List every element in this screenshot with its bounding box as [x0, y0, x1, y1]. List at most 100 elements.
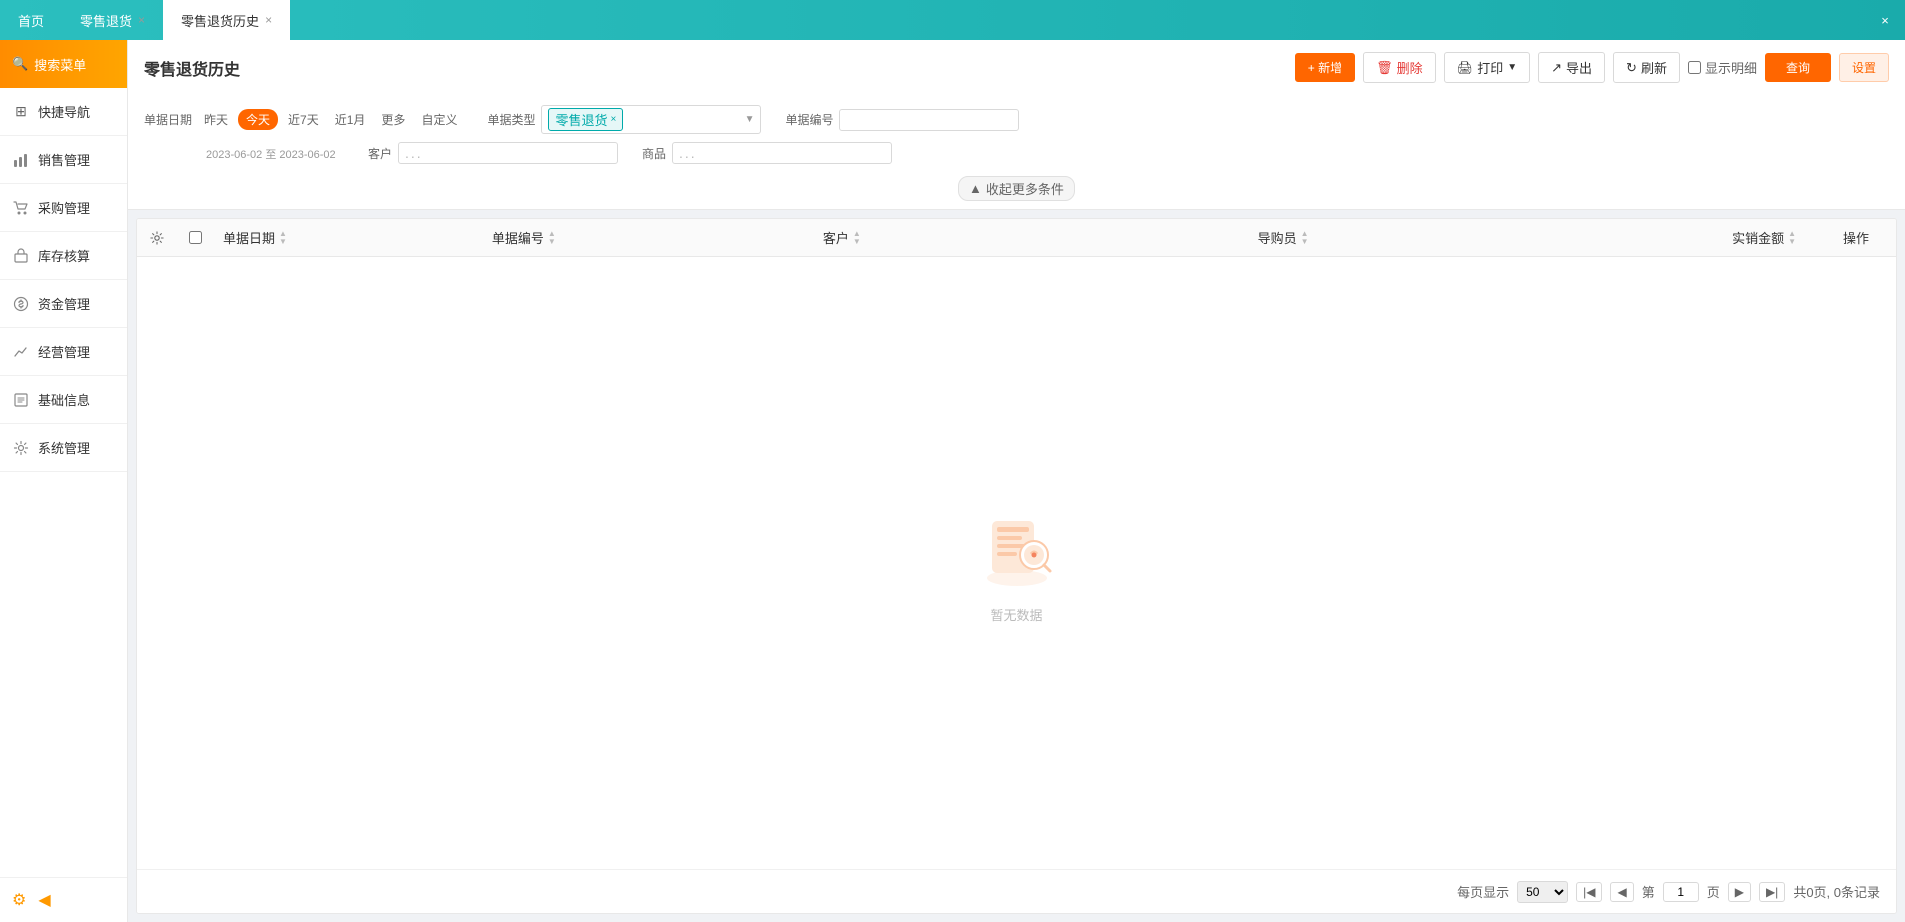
show-detail-checkbox[interactable]: [1688, 61, 1701, 74]
th-date[interactable]: 单据日期 ▲ ▼: [213, 228, 482, 247]
next-page-btn[interactable]: ▶: [1728, 882, 1751, 902]
th-checkbox[interactable]: [177, 231, 213, 244]
customer-select[interactable]: ...: [398, 142, 618, 164]
last-page-btn[interactable]: ▶|: [1759, 882, 1785, 902]
first-page-btn[interactable]: |◀: [1576, 882, 1602, 902]
date-today-btn[interactable]: 今天: [238, 109, 278, 130]
th-guide-label: 导购员: [1258, 228, 1297, 247]
type-tag: 零售退货 ×: [548, 108, 623, 131]
filter-docno: 单据编号: [785, 109, 1019, 131]
print-label: 打印: [1477, 58, 1503, 77]
refresh-button[interactable]: ↻ 刷新: [1613, 52, 1680, 83]
query-button[interactable]: 查询: [1765, 53, 1831, 82]
no-sort-arrows: ▲ ▼: [548, 230, 556, 246]
th-customer[interactable]: 客户 ▲ ▼: [813, 228, 1248, 247]
window-close-button[interactable]: ×: [1865, 0, 1905, 40]
show-detail-label: 显示明细: [1705, 58, 1757, 77]
th-amount-label: 实销金额: [1732, 228, 1784, 247]
type-filter-label: 单据类型: [487, 111, 535, 128]
goods-select[interactable]: ...: [672, 142, 892, 164]
type-tag-remove[interactable]: ×: [610, 114, 616, 125]
per-page-label: 每页显示: [1457, 882, 1509, 901]
select-all-checkbox[interactable]: [189, 231, 202, 244]
filter-goods: 商品 ...: [642, 142, 892, 164]
sidebar-item-operation-label: 经营管理: [38, 342, 90, 361]
prev-page-btn[interactable]: ◀: [1610, 882, 1633, 902]
sidebar-item-inventory[interactable]: 库存核算: [0, 232, 127, 280]
tab-retail-return-history-close[interactable]: ×: [265, 13, 272, 27]
date-more-btn[interactable]: 更多: [375, 109, 411, 130]
amount-sort-arrows: ▲ ▼: [1788, 230, 1796, 246]
sidebar-item-quick-nav[interactable]: ⊞ 快捷导航: [0, 88, 127, 136]
sidebar: 🔍 搜索菜单 ⊞ 快捷导航 销售管理 采购管理 库存核算: [0, 40, 128, 922]
print-button[interactable]: 🖨 打印 ▼: [1444, 52, 1530, 83]
tab-retail-return-history[interactable]: 零售退货历史 ×: [163, 0, 290, 40]
sidebar-item-sales[interactable]: 销售管理: [0, 136, 127, 184]
page-title: 零售退货历史: [144, 56, 240, 80]
tab-retail-return-close[interactable]: ×: [138, 13, 145, 27]
tab-home-label: 首页: [18, 11, 44, 30]
page-input[interactable]: [1663, 882, 1699, 902]
date-sort-arrows: ▲ ▼: [279, 230, 287, 246]
sidebar-item-system[interactable]: 系统管理: [0, 424, 127, 472]
export-button[interactable]: ↗ 导出: [1538, 52, 1605, 83]
per-page-select[interactable]: 50 10 20 100: [1517, 881, 1568, 903]
th-no[interactable]: 单据编号 ▲ ▼: [482, 228, 813, 247]
delete-label: 删除: [1397, 58, 1423, 77]
export-label: 导出: [1566, 58, 1592, 77]
quick-nav-icon: ⊞: [12, 103, 30, 121]
collapse-sidebar-icon[interactable]: ◀: [38, 890, 50, 910]
sales-icon: [12, 151, 30, 169]
settings-bottom-icon[interactable]: ⚙: [12, 890, 26, 910]
empty-icon: [972, 503, 1062, 593]
goods-ellipsis: ...: [679, 145, 697, 161]
search-icon: 🔍: [12, 56, 28, 72]
refresh-icon: ↻: [1626, 60, 1637, 76]
th-date-label: 单据日期: [223, 228, 275, 247]
docno-input[interactable]: [839, 109, 1019, 131]
tab-list: 首页 零售退货 × 零售退货历史 ×: [0, 0, 1865, 40]
purchase-icon: [12, 199, 30, 217]
sidebar-item-quick-nav-label: 快捷导航: [38, 102, 90, 121]
sidebar-item-purchase-label: 采购管理: [38, 198, 90, 217]
sidebar-item-purchase[interactable]: 采购管理: [0, 184, 127, 232]
collapse-row: ▲ 收起更多条件: [144, 172, 1889, 209]
delete-button[interactable]: 🗑 删除: [1363, 52, 1436, 83]
empty-text: 暂无数据: [990, 605, 1042, 624]
sidebar-search-label: 搜索菜单: [34, 55, 86, 74]
table-area: 单据日期 ▲ ▼ 单据编号 ▲ ▼ 客户 ▲: [136, 218, 1897, 914]
sidebar-item-system-label: 系统管理: [38, 438, 90, 457]
settings-button[interactable]: 设置: [1839, 53, 1889, 82]
sidebar-item-sales-label: 销售管理: [38, 150, 90, 169]
collapse-button[interactable]: ▲ 收起更多条件: [958, 176, 1075, 201]
date-1month-btn[interactable]: 近1月: [329, 109, 372, 130]
tab-retail-return-history-label: 零售退货历史: [181, 11, 259, 30]
sidebar-item-operation[interactable]: 经营管理: [0, 328, 127, 376]
sidebar-search[interactable]: 🔍 搜索菜单: [0, 40, 127, 88]
date-7days-btn[interactable]: 近7天: [282, 109, 325, 130]
th-guide[interactable]: 导购员 ▲ ▼: [1248, 228, 1579, 247]
filter-row-2: 2023-06-02 至 2023-06-02 客户 ... 商品 ...: [144, 142, 1889, 164]
tab-retail-return[interactable]: 零售退货 ×: [62, 0, 163, 40]
delete-icon: 🗑: [1376, 60, 1393, 76]
type-select[interactable]: 零售退货 × ▼: [541, 105, 761, 134]
th-amount[interactable]: 实销金额 ▲ ▼: [1579, 228, 1816, 247]
date-custom-btn[interactable]: 自定义: [415, 109, 463, 130]
system-icon: [12, 439, 30, 457]
sidebar-item-basic-info-label: 基础信息: [38, 390, 90, 409]
sidebar-item-basic-info[interactable]: 基础信息: [0, 376, 127, 424]
tab-home[interactable]: 首页: [0, 0, 62, 40]
finance-icon: [12, 295, 30, 313]
topbar: 首页 零售退货 × 零售退货历史 × ×: [0, 0, 1905, 40]
sidebar-item-finance-label: 资金管理: [38, 294, 90, 313]
add-button[interactable]: + 新增: [1295, 53, 1355, 82]
table-header: 单据日期 ▲ ▼ 单据编号 ▲ ▼ 客户 ▲: [137, 219, 1896, 257]
print-icon: 🖨: [1457, 60, 1474, 76]
sidebar-item-finance[interactable]: 资金管理: [0, 280, 127, 328]
th-no-label: 单据编号: [492, 228, 544, 247]
date-range-text: 2023-06-02 至 2023-06-02: [206, 146, 336, 162]
th-settings[interactable]: [137, 231, 177, 245]
empty-state: 暂无数据: [137, 257, 1896, 869]
basic-info-icon: [12, 391, 30, 409]
date-yesterday-btn[interactable]: 昨天: [198, 109, 234, 130]
